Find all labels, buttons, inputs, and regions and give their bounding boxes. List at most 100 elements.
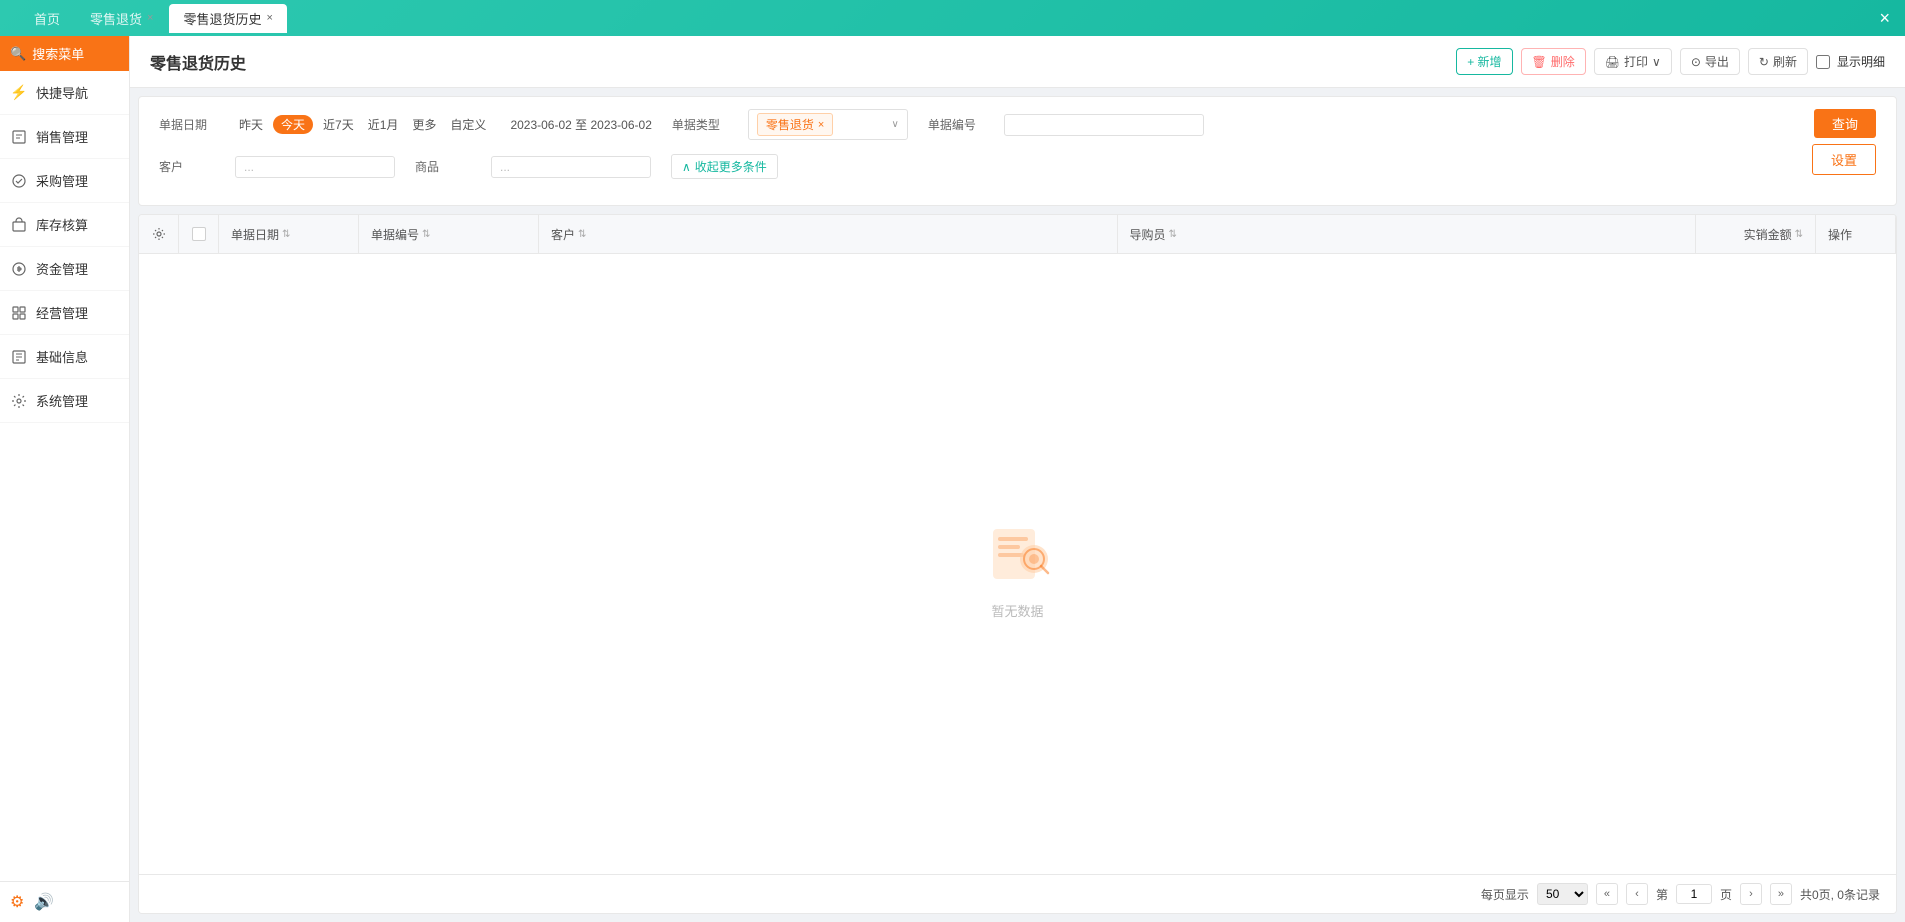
sidebar-item-purchase[interactable]: 采购管理 — [0, 159, 129, 203]
top-bar: 首页 零售退货 × 零售退货历史 × × — [0, 0, 1905, 36]
delete-icon: 🗑 — [1532, 55, 1547, 69]
pagination: 每页显示 50 20 100 « ‹ 第 页 › » 共0页, 0条记录 — [139, 874, 1896, 913]
date-filter-label: 单据日期 — [159, 116, 215, 133]
inventory-icon — [10, 216, 28, 234]
doc-number-input[interactable] — [1004, 114, 1204, 136]
customer-select[interactable]: ... — [235, 156, 395, 178]
finance-icon — [10, 260, 28, 278]
tab-retail-return[interactable]: 零售退货 × — [76, 4, 167, 33]
sidebar-nav: ⚡ 快捷导航 销售管理 采购管理 库存核算 — [0, 71, 129, 881]
sidebar-search[interactable]: 🔍 搜索菜单 — [0, 36, 129, 71]
goods-select[interactable]: ... — [491, 156, 651, 178]
sidebar-item-operations[interactable]: 经营管理 — [0, 291, 129, 335]
sidebar-item-base-info[interactable]: 基础信息 — [0, 335, 129, 379]
doc-type-label: 单据类型 — [672, 116, 728, 133]
th-amount: 实销金额 ⇅ — [1696, 215, 1816, 253]
th-operation: 操作 — [1816, 215, 1896, 253]
doc-type-select-content: 零售退货 × — [757, 113, 888, 136]
sales-icon — [10, 128, 28, 146]
new-button[interactable]: + 新增 — [1456, 48, 1512, 75]
window-close-button[interactable]: × — [1874, 8, 1895, 29]
search-icon: 🔍 — [10, 46, 26, 62]
page-size-select[interactable]: 50 20 100 — [1537, 883, 1588, 905]
main-layout: 🔍 搜索菜单 ⚡ 快捷导航 销售管理 采购管理 — [0, 36, 1905, 922]
sort-amount[interactable]: ⇅ — [1795, 229, 1803, 240]
purchase-icon — [10, 172, 28, 190]
date-opt-more[interactable]: 更多 — [408, 114, 440, 135]
table-body: 暂无数据 — [139, 254, 1896, 874]
empty-illustration — [978, 509, 1058, 589]
th-customer: 客户 ⇅ — [539, 215, 1118, 253]
export-button[interactable]: ⊙ 导出 — [1680, 48, 1740, 75]
total-text: 共0页, 0条记录 — [1800, 886, 1880, 903]
sidebar-bottom: ⚙ 🔊 — [0, 881, 129, 922]
select-all-checkbox[interactable] — [192, 227, 206, 241]
date-opt-custom[interactable]: 自定义 — [446, 114, 490, 135]
filter-area: 单据日期 昨天 今天 近7天 近1月 更多 自定义 2023-06-02 至 2… — [138, 96, 1897, 206]
page-title: 零售退货历史 — [150, 50, 246, 74]
collapse-icon: ∧ — [682, 160, 691, 174]
operations-icon — [10, 304, 28, 322]
date-opt-1month[interactable]: 近1月 — [364, 114, 403, 135]
audio-icon[interactable]: 🔊 — [34, 892, 54, 912]
table-area: 单据日期 ⇅ 单据编号 ⇅ 客户 ⇅ 导购员 ⇅ 实销金额 ⇅ — [138, 214, 1897, 914]
doc-number-label: 单据编号 — [928, 116, 984, 133]
tab-list: 首页 零售退货 × 零售退货历史 × — [20, 4, 1874, 33]
th-guide: 导购员 ⇅ — [1118, 215, 1697, 253]
refresh-icon: ↻ — [1759, 55, 1769, 69]
next-page-button[interactable]: › — [1740, 883, 1762, 905]
sidebar-item-inventory[interactable]: 库存核算 — [0, 203, 129, 247]
sidebar-item-quick-nav[interactable]: ⚡ 快捷导航 — [0, 71, 129, 115]
filter-row-1: 单据日期 昨天 今天 近7天 近1月 更多 自定义 2023-06-02 至 2… — [159, 109, 1792, 140]
doc-type-arrow-icon: ∨ — [892, 119, 899, 130]
setting-button[interactable]: 设置 — [1812, 144, 1876, 175]
table-header: 单据日期 ⇅ 单据编号 ⇅ 客户 ⇅ 导购员 ⇅ 实销金额 ⇅ — [139, 215, 1896, 254]
sidebar-item-finance[interactable]: 资金管理 — [0, 247, 129, 291]
sys-icon — [10, 392, 28, 410]
print-button[interactable]: 🖨 打印 ∨ — [1594, 48, 1672, 75]
settings-bottom-icon[interactable]: ⚙ — [10, 892, 24, 912]
doc-type-tag: 零售退货 × — [757, 113, 833, 136]
last-page-button[interactable]: » — [1770, 883, 1792, 905]
doc-type-select[interactable]: 零售退货 × ∨ — [748, 109, 908, 140]
tab-retail-return-history[interactable]: 零售退货历史 × — [169, 4, 286, 33]
th-doc-date: 单据日期 ⇅ — [219, 215, 359, 253]
doc-type-tag-remove[interactable]: × — [818, 119, 824, 131]
customer-select-content: ... — [244, 160, 386, 174]
sort-doc-date[interactable]: ⇅ — [282, 229, 290, 240]
sort-customer[interactable]: ⇅ — [578, 229, 586, 240]
refresh-button[interactable]: ↻ 刷新 — [1748, 48, 1808, 75]
page-label: 第 — [1656, 886, 1668, 903]
sidebar-item-sys[interactable]: 系统管理 — [0, 379, 129, 423]
page-size-label: 每页显示 — [1481, 886, 1529, 903]
collapse-button[interactable]: ∧ 收起更多条件 — [671, 154, 778, 179]
table-select-all[interactable] — [179, 215, 219, 253]
export-icon: ⊙ — [1691, 55, 1701, 69]
display-detail-checkbox-label[interactable]: 显示明细 — [1816, 53, 1885, 70]
print-icon: 🖨 — [1605, 55, 1620, 69]
date-options: 昨天 今天 近7天 近1月 更多 自定义 — [235, 114, 490, 135]
delete-button[interactable]: 🗑 🗑 删除 删除 — [1521, 48, 1586, 75]
table-settings-icon[interactable] — [139, 215, 179, 253]
quick-nav-icon: ⚡ — [10, 84, 28, 102]
first-page-button[interactable]: « — [1596, 883, 1618, 905]
empty-text: 暂无数据 — [991, 601, 1043, 620]
sort-doc-number[interactable]: ⇅ — [422, 229, 430, 240]
page-header: 零售退货历史 + 新增 🗑 🗑 删除 删除 🖨 打印 ∨ ⊙ 导出 — [130, 36, 1905, 88]
base-info-icon — [10, 348, 28, 366]
page-number-input[interactable] — [1676, 884, 1712, 904]
date-opt-yesterday[interactable]: 昨天 — [235, 114, 267, 135]
sort-guide[interactable]: ⇅ — [1169, 229, 1177, 240]
query-button[interactable]: 查询 — [1814, 109, 1876, 138]
date-opt-7days[interactable]: 近7天 — [319, 114, 358, 135]
tab-retail-return-history-close[interactable]: × — [266, 12, 272, 24]
date-range-display: 2023-06-02 至 2023-06-02 — [510, 116, 651, 133]
tab-home[interactable]: 首页 — [20, 4, 74, 33]
date-opt-today[interactable]: 今天 — [273, 115, 313, 134]
display-detail-checkbox[interactable] — [1816, 55, 1830, 69]
prev-page-button[interactable]: ‹ — [1626, 883, 1648, 905]
sidebar: 🔍 搜索菜单 ⚡ 快捷导航 销售管理 采购管理 — [0, 36, 130, 922]
sidebar-item-sales[interactable]: 销售管理 — [0, 115, 129, 159]
th-doc-number: 单据编号 ⇅ — [359, 215, 539, 253]
tab-retail-return-close[interactable]: × — [147, 12, 153, 24]
